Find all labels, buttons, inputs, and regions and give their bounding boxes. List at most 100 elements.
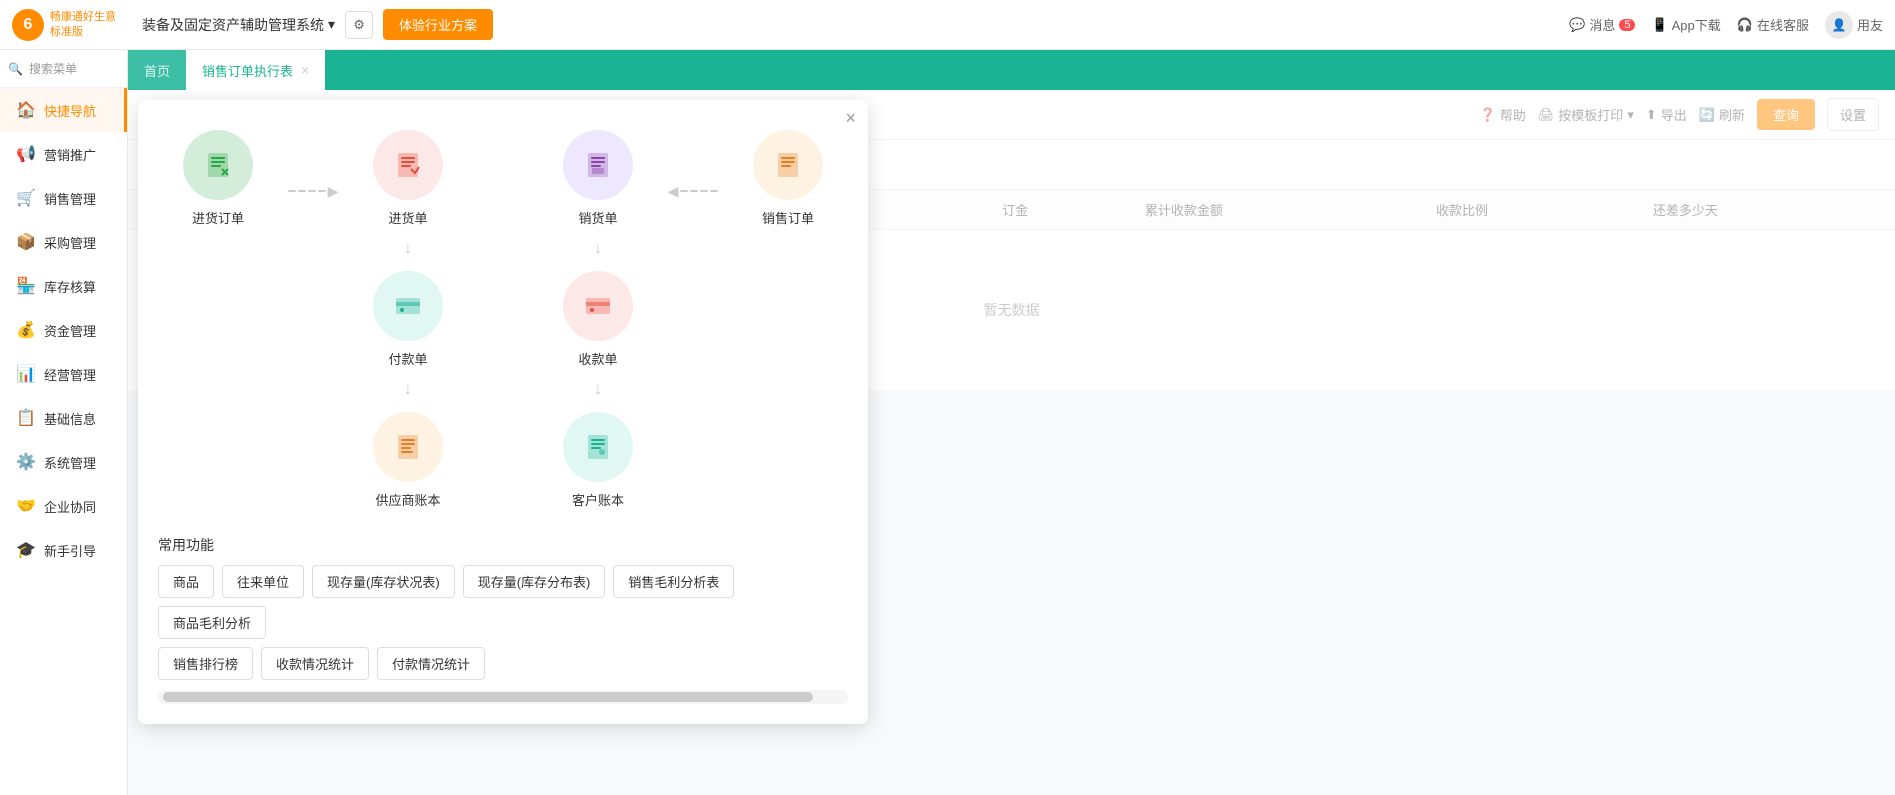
message-badge: 5 [1619, 19, 1635, 31]
func-btn-product[interactable]: 商品 [158, 565, 214, 598]
payment-bill-label: 付款单 [388, 349, 427, 368]
func-btn-product-margin[interactable]: 商品毛利分析 [158, 606, 266, 639]
top-right-area: 💬 消息 5 📱 App下载 🎧 在线客服 👤 用友 [1569, 11, 1883, 39]
sidebar-item-quick-nav[interactable]: 🏠 快捷导航 [0, 88, 127, 132]
sales-bill-label: 销货单 [578, 208, 617, 227]
modal-overlay: × [128, 90, 1895, 795]
message-icon: 💬 [1569, 17, 1585, 33]
receipt-bill-label: 收款单 [578, 349, 617, 368]
home-icon: 🏠 [16, 100, 36, 120]
purchase-order-label: 进货订单 [192, 208, 244, 227]
customer-account-label: 客户账本 [572, 490, 624, 509]
main-area: 🔍 搜索菜单 🏠 快捷导航 📢 营销推广 🛒 销售管理 📦 采购管理 [0, 50, 1895, 795]
sidebar-item-purchase[interactable]: 📦 采购管理 [0, 220, 127, 264]
gear-button[interactable]: ⚙ [345, 11, 373, 39]
flow-node-purchase-order[interactable]: 进货订单 [158, 130, 278, 227]
common-functions-title: 常用功能 [158, 535, 848, 555]
common-functions: 常用功能 商品 往来单位 现存量(库存状况表) 现存量(库存分布表) 销售毛利分… [158, 535, 848, 680]
func-btn-receipt-stats[interactable]: 收款情况统计 [261, 647, 369, 680]
box-icon: 📦 [16, 232, 36, 252]
flow-node-payment-bill[interactable]: 付款单 [348, 271, 468, 368]
sales-bill-icon [563, 130, 633, 200]
flow-row-1: 进货订单 ▶ [158, 120, 848, 237]
quick-nav-modal: × [138, 100, 868, 724]
graduation-icon: 🎓 [16, 540, 36, 560]
flow-node-supplier-account[interactable]: 供应商账本 [348, 412, 468, 509]
flow-node-receipt-bill[interactable]: 收款单 [538, 271, 658, 368]
tab-home[interactable]: 首页 [128, 50, 186, 90]
func-btn-sales-rank[interactable]: 销售排行榜 [158, 647, 253, 680]
flow-node-sales-order[interactable]: 销售订单 [728, 130, 848, 227]
sidebar-item-system[interactable]: ⚙️ 系统管理 [0, 440, 127, 484]
clipboard-icon: 📋 [16, 408, 36, 428]
payment-bill-icon [373, 271, 443, 341]
logo-text: 畅康通好生意 标准版 [50, 10, 116, 39]
message-button[interactable]: 💬 消息 5 [1569, 15, 1635, 34]
purchase-bill-icon [373, 130, 443, 200]
sidebar-item-enterprise[interactable]: 🤝 企业协同 [0, 484, 127, 528]
supplier-account-icon [373, 412, 443, 482]
content-area: 首页 销售订单执行表 × ❓ 帮助 🖨 按模板打印 [128, 50, 1895, 795]
cart-icon: 🛒 [16, 188, 36, 208]
sidebar-search[interactable]: 🔍 搜索菜单 [0, 50, 127, 88]
supplier-account-label: 供应商账本 [375, 490, 440, 509]
app-download-button[interactable]: 📱 App下载 [1651, 15, 1720, 34]
money-icon: 💰 [16, 320, 36, 340]
sidebar: 🔍 搜索菜单 🏠 快捷导航 📢 营销推广 🛒 销售管理 📦 采购管理 [0, 50, 128, 795]
flow-node-customer-account[interactable]: 客户账本 [538, 412, 658, 509]
app-container: 6 畅康通好生意 标准版 装备及固定资产辅助管理系统 ▾ ⚙ 体验行业方案 💬 … [0, 0, 1895, 795]
title-dropdown[interactable]: 装备及固定资产辅助管理系统 ▾ [142, 15, 335, 35]
sidebar-item-basic-info[interactable]: 📋 基础信息 [0, 396, 127, 440]
flow-diagram: 进货订单 ▶ [158, 120, 848, 519]
chevron-down-icon: ▾ [328, 16, 335, 33]
modal-scrollbar-thumb[interactable] [163, 692, 813, 702]
handshake-icon: 🤝 [16, 496, 36, 516]
func-buttons-row2: 销售排行榜 收款情况统计 付款情况统计 [158, 647, 848, 680]
purchase-order-icon [183, 130, 253, 200]
modal-close-button[interactable]: × [845, 108, 856, 129]
tab-bar: 首页 销售订单执行表 × [128, 50, 1895, 90]
purchase-bill-label: 进货单 [388, 208, 427, 227]
func-btn-stock-dist[interactable]: 现存量(库存分布表) [463, 565, 606, 598]
avatar: 👤 [1825, 11, 1853, 39]
sidebar-item-finance[interactable]: 💰 资金管理 [0, 308, 127, 352]
sidebar-item-operation[interactable]: 📊 经营管理 [0, 352, 127, 396]
phone-icon: 📱 [1651, 17, 1667, 33]
settings-icon: ⚙️ [16, 452, 36, 472]
system-title: 装备及固定资产辅助管理系统 ▾ [142, 15, 335, 35]
modal-scrollbar-track[interactable] [158, 690, 848, 704]
tab-close-icon[interactable]: × [301, 62, 309, 78]
sales-order-icon [753, 130, 823, 200]
page-content: ❓ 帮助 🖨 按模板打印 ▾ ⬆ 导出 🔄 刷新 [128, 90, 1895, 795]
flow-row-arrows-2: ↓ ↓ [158, 378, 848, 402]
top-bar: 6 畅康通好生意 标准版 装备及固定资产辅助管理系统 ▾ ⚙ 体验行业方案 💬 … [0, 0, 1895, 50]
receipt-bill-icon [563, 271, 633, 341]
customer-account-icon [563, 412, 633, 482]
sidebar-item-marketing[interactable]: 📢 营销推广 [0, 132, 127, 176]
sidebar-item-sales[interactable]: 🛒 销售管理 [0, 176, 127, 220]
logo-icon: 6 [12, 9, 44, 41]
logo-area: 6 畅康通好生意 标准版 [12, 9, 132, 41]
flow-node-sales-bill[interactable]: 销货单 [538, 130, 658, 227]
sidebar-item-inventory[interactable]: 🏪 库存核算 [0, 264, 127, 308]
sidebar-item-guide[interactable]: 🎓 新手引导 [0, 528, 127, 572]
flow-row-arrows: ↓ ↓ [158, 237, 848, 261]
flow-row-3: 供应商账本 [158, 402, 848, 519]
store-icon: 🏪 [16, 276, 36, 296]
func-btn-payment-stats[interactable]: 付款情况统计 [377, 647, 485, 680]
flow-row-2: 付款单 [158, 261, 848, 378]
search-icon: 🔍 [8, 62, 23, 76]
headset-icon: 🎧 [1737, 17, 1753, 33]
func-btn-partners[interactable]: 往来单位 [222, 565, 304, 598]
sales-order-node-label: 销售订单 [762, 208, 814, 227]
func-btn-sales-margin[interactable]: 销售毛利分析表 [613, 565, 734, 598]
experience-button[interactable]: 体验行业方案 [383, 9, 493, 40]
chart-icon: 📊 [16, 364, 36, 384]
user-menu[interactable]: 👤 用友 [1825, 11, 1883, 39]
flow-node-purchase-bill[interactable]: 进货单 [348, 130, 468, 227]
megaphone-icon: 📢 [16, 144, 36, 164]
tab-sales-order[interactable]: 销售订单执行表 × [186, 50, 325, 90]
func-btn-stock-status[interactable]: 现存量(库存状况表) [312, 565, 455, 598]
func-buttons-row1: 商品 往来单位 现存量(库存状况表) 现存量(库存分布表) 销售毛利分析表 商品… [158, 565, 848, 639]
online-service-button[interactable]: 🎧 在线客服 [1737, 15, 1809, 34]
